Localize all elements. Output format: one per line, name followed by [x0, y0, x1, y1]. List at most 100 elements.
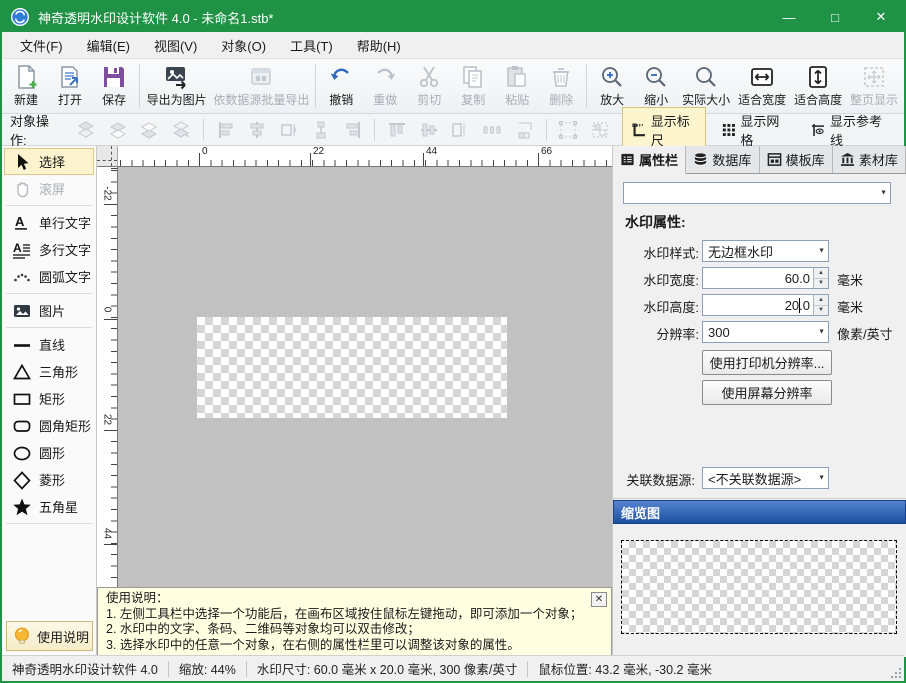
menu-help[interactable]: 帮助(H): [345, 32, 413, 59]
spin-buttons[interactable]: ▲▼: [813, 295, 828, 315]
tool-rounded-rectangle[interactable]: 圆角矩形: [4, 412, 94, 439]
watermark-height-spinner[interactable]: 20.0 ▲▼: [702, 294, 829, 316]
redo-icon: [372, 64, 398, 90]
tool-image[interactable]: 图片: [4, 297, 94, 324]
properties-icon: [620, 152, 635, 167]
right-panel: 属性栏 数据库 模板库 素材库 ▼ 水印属性: 水印样式: 无边框水印 ▼: [612, 146, 906, 657]
align-center-v-icon: [310, 118, 332, 142]
zoom-out-button[interactable]: 缩小: [634, 61, 678, 111]
status-app-name: 神奇透明水印设计软件 4.0: [2, 659, 168, 678]
resize-grip[interactable]: [889, 666, 901, 678]
design-canvas[interactable]: [118, 167, 612, 587]
usage-instruction-line: 1. 左侧工具栏中选择一个功能后，在画布区域按住鼠标左键拖动，即可添加一个对象；: [106, 607, 603, 623]
select-arrow-icon: [12, 152, 32, 172]
toolbar-separator: [315, 64, 316, 108]
chevron-down-icon: ▼: [818, 329, 825, 336]
tool-diamond[interactable]: 菱形: [4, 466, 94, 493]
tool-separator: [6, 293, 92, 294]
material-library-icon: [840, 152, 855, 167]
thumbnail-header: 缩览图: [613, 500, 906, 524]
ruler-label: 22: [102, 410, 113, 430]
dpi-dropdown[interactable]: 300 ▼: [702, 321, 829, 343]
tool-select[interactable]: 选择: [4, 148, 94, 175]
toolbar-separator: [139, 64, 140, 108]
tool-single-line-text[interactable]: A 单行文字: [4, 209, 94, 236]
new-document-icon: [13, 64, 39, 90]
ruler-corner: [97, 146, 118, 167]
tool-rectangle[interactable]: 矩形: [4, 385, 94, 412]
usage-help-button[interactable]: 使用说明: [6, 621, 93, 651]
spin-buttons[interactable]: ▲▼: [813, 268, 828, 288]
circle-icon: [12, 443, 32, 463]
horizontal-ruler: 0 22 44 66: [118, 146, 612, 167]
menu-object[interactable]: 对象(O): [209, 32, 278, 59]
title-bar: 神奇透明水印设计软件 4.0 - 未命名1.stb* — □ ✕: [2, 2, 904, 32]
fit-width-button[interactable]: 适合宽度: [734, 61, 790, 111]
tab-templates[interactable]: 模板库: [760, 146, 833, 173]
use-screen-dpi-button[interactable]: 使用屏幕分辨率: [702, 380, 832, 405]
menu-file[interactable]: 文件(F): [8, 32, 75, 59]
align-center-h-icon: [247, 118, 269, 142]
tab-properties[interactable]: 属性栏: [613, 146, 686, 174]
watermark-width-spinner[interactable]: 60.0 ▲▼: [702, 267, 829, 289]
save-floppy-icon: [101, 64, 127, 90]
menu-edit[interactable]: 编辑(E): [75, 32, 142, 59]
tool-multi-line-text[interactable]: A 多行文字: [4, 236, 94, 263]
status-zoom: 缩放: 44%: [169, 659, 246, 678]
align-right-icon: [342, 118, 364, 142]
move-to-front-icon: [75, 118, 97, 142]
watermark-style-dropdown[interactable]: 无边框水印 ▼: [702, 240, 829, 262]
svg-text:A: A: [15, 214, 25, 229]
status-bar: 神奇透明水印设计软件 4.0 缩放: 44% 水印尺寸: 60.0 毫米 x 2…: [2, 655, 904, 681]
panel-tabs: 属性栏 数据库 模板库 素材库: [613, 146, 906, 174]
fit-height-icon: [805, 64, 831, 90]
tool-arc-text[interactable]: 圆弧文字: [4, 263, 94, 290]
delete-button: 删除: [539, 61, 583, 111]
usage-instructions-box: 使用说明： 1. 左侧工具栏中选择一个功能后，在画布区域按住鼠标左键拖动，即可添…: [97, 587, 612, 657]
tool-triangle[interactable]: 三角形: [4, 358, 94, 385]
usage-instructions-title: 使用说明：: [106, 591, 603, 607]
help-close-icon[interactable]: ✕: [591, 592, 607, 607]
database-icon: [693, 152, 708, 167]
arc-text-icon: [12, 267, 32, 287]
save-button[interactable]: 保存: [92, 61, 136, 111]
minimize-button[interactable]: —: [766, 2, 812, 32]
open-file-icon: [57, 64, 83, 90]
menu-view[interactable]: 视图(V): [142, 32, 209, 59]
open-button[interactable]: 打开: [48, 61, 92, 111]
new-button[interactable]: 新建: [4, 61, 48, 111]
export-image-button[interactable]: 导出为图片: [143, 61, 210, 111]
ruler-label: 0: [102, 300, 113, 320]
spin-up-icon[interactable]: ▲: [814, 295, 828, 306]
actual-size-button[interactable]: 实际大小: [678, 61, 734, 111]
spin-down-icon[interactable]: ▼: [814, 279, 828, 289]
tab-database[interactable]: 数据库: [686, 146, 759, 173]
guides-eye-icon: [811, 122, 825, 138]
undo-button[interactable]: 撤销: [319, 61, 363, 111]
fit-height-button[interactable]: 适合高度: [790, 61, 846, 111]
use-printer-dpi-button[interactable]: 使用打印机分辨率...: [702, 350, 832, 375]
tool-line[interactable]: 直线: [4, 331, 94, 358]
export-image-icon: [164, 64, 190, 90]
zoom-in-button[interactable]: 放大: [590, 61, 634, 111]
align-top-icon: [386, 118, 408, 142]
close-button[interactable]: ✕: [858, 2, 904, 32]
dpi-unit: 像素/英寸: [837, 324, 893, 343]
tool-star[interactable]: 五角星: [4, 493, 94, 520]
spin-down-icon[interactable]: ▼: [814, 306, 828, 316]
zoom-out-icon: [643, 64, 669, 90]
diamond-icon: [12, 470, 32, 490]
tool-panel: 选择 滚屏 A 单行文字 A 多行文字 圆弧文字 图片 直线: [2, 146, 97, 657]
tab-materials[interactable]: 素材库: [833, 146, 906, 173]
menu-tools[interactable]: 工具(T): [278, 32, 345, 59]
group-icon: [558, 118, 580, 142]
tool-circle[interactable]: 圆形: [4, 439, 94, 466]
status-watermark-size: 水印尺寸: 60.0 毫米 x 20.0 毫米, 300 像素/英寸: [247, 659, 528, 678]
watermark-transparent-canvas[interactable]: [197, 317, 507, 418]
object-selector-dropdown[interactable]: ▼: [623, 182, 891, 204]
ungroup-icon: [589, 118, 611, 142]
text-caret: [799, 298, 800, 313]
datasource-dropdown[interactable]: <不关联数据源> ▼: [702, 467, 829, 489]
maximize-button[interactable]: □: [812, 2, 858, 32]
spin-up-icon[interactable]: ▲: [814, 268, 828, 279]
